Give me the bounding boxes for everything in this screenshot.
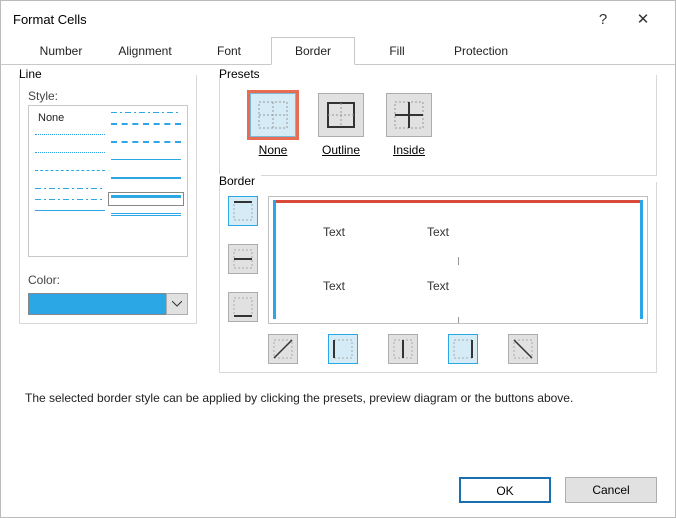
tab-alignment[interactable]: Alignment xyxy=(103,37,187,65)
preset-none-label: None xyxy=(259,143,288,157)
border-diag-up-button[interactable] xyxy=(268,334,298,364)
border-right-button[interactable] xyxy=(448,334,478,364)
preview-text-bl: Text xyxy=(323,279,345,293)
dialog-title: Format Cells xyxy=(13,12,583,27)
line-style-med-dashdot[interactable] xyxy=(111,123,181,131)
preset-outline-label: Outline xyxy=(322,143,360,157)
tab-font[interactable]: Font xyxy=(187,37,271,65)
dialog-content: Line Style: None xyxy=(1,65,675,373)
line-group: Line Style: None xyxy=(19,75,197,373)
border-mid-v-icon xyxy=(393,339,413,359)
preview-text-tr: Text xyxy=(427,225,449,239)
line-style-list[interactable]: None xyxy=(28,105,188,257)
color-swatch xyxy=(28,293,167,315)
dialog-buttons: OK Cancel xyxy=(459,477,657,503)
preview-text-br: Text xyxy=(427,279,449,293)
hint-text: The selected border style can be applied… xyxy=(1,373,675,405)
border-mid-h-icon xyxy=(233,249,253,269)
line-style-dashdot[interactable] xyxy=(35,188,105,189)
preview-top-border xyxy=(273,200,643,203)
preview-left-border xyxy=(273,200,276,319)
tab-number[interactable]: Number xyxy=(19,37,103,65)
preview-right-border xyxy=(640,200,643,319)
tab-strip: Number Alignment Font Border Fill Protec… xyxy=(1,37,675,65)
line-style-dashdotdot[interactable] xyxy=(35,199,105,200)
line-style-medium[interactable] xyxy=(111,177,181,185)
chevron-down-icon xyxy=(172,301,182,307)
right-panel: Presets None Outline xyxy=(219,75,657,373)
line-style-none[interactable]: None xyxy=(35,112,105,124)
border-left-icon xyxy=(333,339,353,359)
preset-none-button[interactable] xyxy=(250,93,296,137)
close-button[interactable]: ✕ xyxy=(623,10,663,28)
preset-outline-button[interactable] xyxy=(318,93,364,137)
border-top-button[interactable] xyxy=(228,196,258,226)
line-style-dotted-2[interactable] xyxy=(35,152,105,160)
preview-tick-v xyxy=(458,257,459,265)
line-style-thick[interactable] xyxy=(111,195,181,203)
line-style-dash[interactable] xyxy=(35,170,105,178)
line-style-double[interactable] xyxy=(111,213,181,221)
border-diag-up-icon xyxy=(273,339,293,359)
color-dropdown-button[interactable] xyxy=(166,293,188,315)
preset-inside[interactable]: Inside xyxy=(386,93,432,157)
border-middle-h-button[interactable] xyxy=(228,244,258,274)
preset-outline-icon xyxy=(326,101,356,129)
border-left-button[interactable] xyxy=(328,334,358,364)
border-diag-down-button[interactable] xyxy=(508,334,538,364)
border-bottom-button[interactable] xyxy=(228,292,258,322)
preset-none-icon xyxy=(258,101,288,129)
border-right-icon xyxy=(453,339,473,359)
border-preview[interactable]: Text Text Text Text xyxy=(268,196,648,324)
border-diag-down-icon xyxy=(513,339,533,359)
cancel-button[interactable]: Cancel xyxy=(565,477,657,503)
help-button[interactable]: ? xyxy=(583,11,623,28)
preview-text-tl: Text xyxy=(323,225,345,239)
line-style-dotted[interactable] xyxy=(35,134,105,142)
line-style-solid[interactable] xyxy=(111,159,181,167)
line-style-med-dash[interactable] xyxy=(111,141,181,149)
tab-border[interactable]: Border xyxy=(271,37,355,65)
ok-button[interactable]: OK xyxy=(459,477,551,503)
color-label: Color: xyxy=(28,273,188,287)
preview-tick-vb xyxy=(458,317,459,323)
line-color-picker[interactable] xyxy=(28,293,188,315)
preset-inside-button[interactable] xyxy=(386,93,432,137)
preset-inside-icon xyxy=(394,101,424,129)
title-bar: Format Cells ? ✕ xyxy=(1,1,675,37)
preset-outline[interactable]: Outline xyxy=(318,93,364,157)
preset-inside-label: Inside xyxy=(393,143,425,157)
border-group: Border xyxy=(219,182,657,373)
style-label: Style: xyxy=(28,89,188,103)
border-bottom-icon xyxy=(233,297,253,317)
presets-group: Presets None Outline xyxy=(219,75,657,176)
line-style-dashdot-med[interactable] xyxy=(111,112,181,113)
line-style-thin[interactable] xyxy=(35,210,105,218)
tab-fill[interactable]: Fill xyxy=(355,37,439,65)
preset-none[interactable]: None xyxy=(250,93,296,157)
border-top-icon xyxy=(233,201,253,221)
border-middle-v-button[interactable] xyxy=(388,334,418,364)
tab-protection[interactable]: Protection xyxy=(439,37,523,65)
